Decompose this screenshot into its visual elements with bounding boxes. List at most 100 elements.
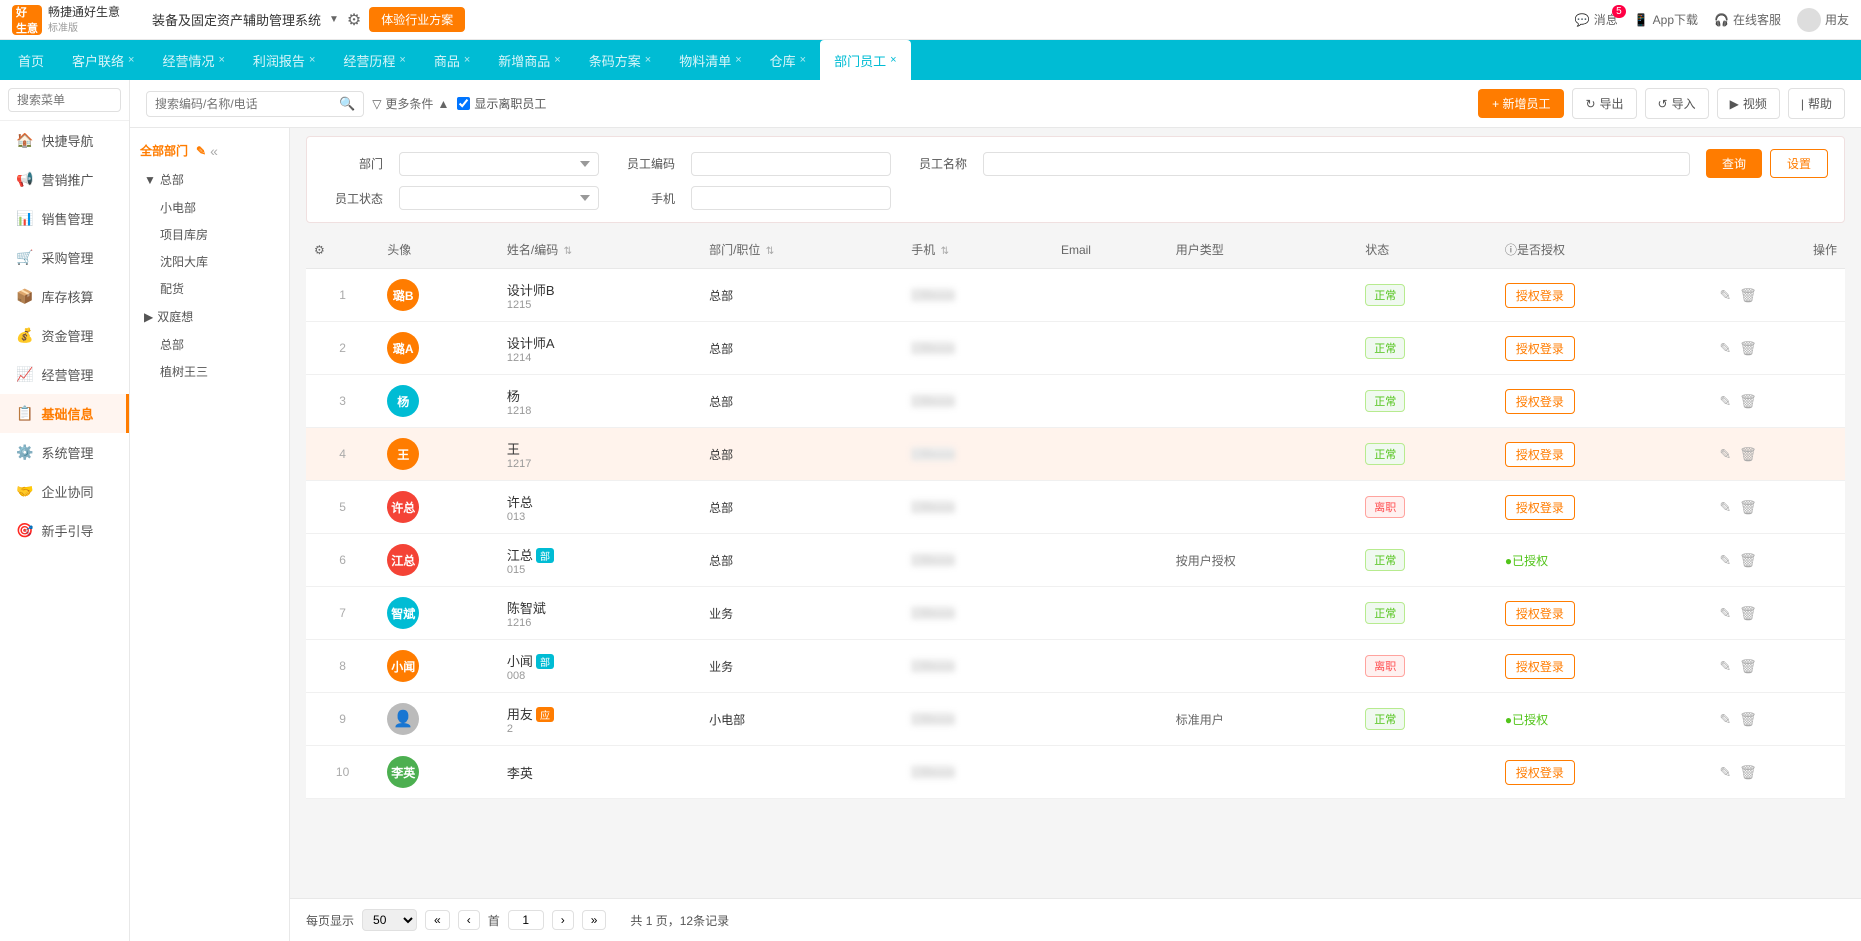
delete-icon[interactable]: 🗑 — [1739, 552, 1757, 569]
edit-icon[interactable]: ✎ — [1719, 658, 1731, 675]
tab-add-goods-close[interactable]: × — [554, 54, 560, 66]
tab-customer-close[interactable]: × — [128, 54, 134, 66]
sidebar-item-system[interactable]: ⚙️ 系统管理 — [0, 433, 129, 472]
delete-icon[interactable]: 🗑 — [1739, 764, 1757, 781]
tab-history[interactable]: 经营历程 × — [329, 40, 419, 80]
auth-button[interactable]: 授权登录 — [1505, 601, 1575, 626]
auth-button[interactable]: 授权登录 — [1505, 442, 1575, 467]
tab-profit[interactable]: 利润报告 × — [239, 40, 329, 80]
sidebar-item-guide[interactable]: 🎯 新手引导 — [0, 511, 129, 550]
emp-status-select[interactable] — [399, 186, 599, 210]
delete-icon[interactable]: 🗑 — [1739, 340, 1757, 357]
col-dept[interactable]: 部门/职位 ⇅ — [701, 231, 903, 269]
online-service-button[interactable]: 🎧 在线客服 — [1714, 11, 1781, 28]
import-button[interactable]: ↺ 导入 — [1645, 88, 1709, 119]
auth-button[interactable]: 授权登录 — [1505, 389, 1575, 414]
tab-bom-close[interactable]: × — [735, 54, 741, 66]
tab-operation[interactable]: 经营情况 × — [148, 40, 238, 80]
sidebar-item-basic[interactable]: 📋 基础信息 — [0, 394, 129, 433]
tab-goods[interactable]: 商品 × — [420, 40, 484, 80]
edit-icon[interactable]: ✎ — [1719, 552, 1731, 569]
col-name[interactable]: 姓名/编码 ⇅ — [499, 231, 701, 269]
dept-filter-select[interactable] — [399, 152, 599, 176]
message-button[interactable]: 💬 5 消息 — [1575, 11, 1618, 28]
edit-icon[interactable]: ✎ — [1719, 446, 1731, 463]
sidebar-item-marketing[interactable]: 📢 营销推广 — [0, 160, 129, 199]
edit-icon[interactable]: ✎ — [1719, 605, 1731, 622]
tab-profit-close[interactable]: × — [309, 54, 315, 66]
auth-button[interactable]: 授权登录 — [1505, 283, 1575, 308]
auth-button[interactable]: 授权登录 — [1505, 336, 1575, 361]
dept-tree-item-hq[interactable]: ▼ 总部 — [130, 165, 289, 194]
view-button[interactable]: ▶ 视频 — [1717, 88, 1780, 119]
sidebar-item-sales[interactable]: 📊 销售管理 — [0, 199, 129, 238]
tab-barcode-close[interactable]: × — [645, 54, 651, 66]
app-download-button[interactable]: 📱 App下载 — [1634, 11, 1698, 28]
tab-bom[interactable]: 物料清单 × — [665, 40, 755, 80]
dept-tree-item-distribution[interactable]: 配货 — [130, 275, 289, 302]
show-resigned-checkbox[interactable] — [457, 97, 470, 110]
dept-tree-item-elec[interactable]: 小电部 — [130, 194, 289, 221]
tab-employee[interactable]: 部门员工 × — [820, 40, 910, 80]
settings-icon[interactable]: ⚙ — [314, 243, 325, 257]
delete-icon[interactable]: 🗑 — [1739, 711, 1757, 728]
help-button[interactable]: | 帮助 — [1788, 88, 1845, 119]
tab-customer[interactable]: 客户联络 × — [58, 40, 148, 80]
show-resigned-label[interactable]: 显示离职员工 — [457, 95, 546, 112]
delete-icon[interactable]: 🗑 — [1739, 658, 1757, 675]
set-button[interactable]: 设置 — [1770, 149, 1828, 178]
prev-page-button[interactable]: ‹ — [458, 910, 480, 930]
edit-icon[interactable]: ✎ — [1719, 711, 1731, 728]
more-filter-button[interactable]: ▽ 更多条件 ▲ — [372, 95, 449, 112]
sidebar-item-purchase[interactable]: 🛒 采购管理 — [0, 238, 129, 277]
delete-icon[interactable]: 🗑 — [1739, 499, 1757, 516]
delete-icon[interactable]: 🗑 — [1739, 393, 1757, 410]
name-sort-icon[interactable]: ⇅ — [564, 246, 572, 257]
dept-edit-icon[interactable]: ✎ — [196, 144, 206, 158]
sidebar-item-business[interactable]: 📈 经营管理 — [0, 355, 129, 394]
edit-icon[interactable]: ✎ — [1719, 287, 1731, 304]
auth-button[interactable]: 授权登录 — [1505, 495, 1575, 520]
tab-employee-close[interactable]: × — [890, 54, 896, 66]
delete-icon[interactable]: 🗑 — [1739, 605, 1757, 622]
emp-name-input[interactable] — [983, 152, 1690, 176]
trial-button[interactable]: 体验行业方案 — [369, 7, 465, 32]
tab-barcode[interactable]: 条码方案 × — [575, 40, 665, 80]
next-page-button[interactable]: › — [552, 910, 574, 930]
delete-icon[interactable]: 🗑 — [1739, 446, 1757, 463]
search-button[interactable]: 查询 — [1706, 149, 1762, 178]
gear-button[interactable]: ⚙ — [347, 10, 361, 30]
delete-icon[interactable]: 🗑 — [1739, 287, 1757, 304]
sidebar-item-collab[interactable]: 🤝 企业协同 — [0, 472, 129, 511]
first-page-button[interactable]: « — [425, 910, 450, 930]
export-button[interactable]: ↻ 导出 — [1572, 88, 1636, 119]
user-menu[interactable]: 用友 — [1797, 8, 1849, 32]
dept-collapse-button[interactable]: « — [210, 143, 218, 159]
tab-home[interactable]: 首页 — [4, 40, 58, 80]
tab-warehouse[interactable]: 仓库 × — [756, 40, 820, 80]
col-settings[interactable]: ⚙ — [306, 231, 379, 269]
sys-dropdown[interactable]: ▼ — [329, 14, 339, 25]
dept-sort-icon[interactable]: ⇅ — [766, 246, 774, 257]
sidebar-item-inventory[interactable]: 📦 库存核算 — [0, 277, 129, 316]
edit-icon[interactable]: ✎ — [1719, 340, 1731, 357]
phone-input[interactable] — [691, 186, 891, 210]
edit-icon[interactable]: ✎ — [1719, 764, 1731, 781]
search-icon[interactable]: 🔍 — [339, 96, 355, 112]
page-size-select[interactable]: 50 20 100 — [362, 909, 417, 931]
tab-goods-close[interactable]: × — [464, 54, 470, 66]
search-input[interactable] — [155, 97, 335, 111]
auth-button[interactable]: 授权登录 — [1505, 654, 1575, 679]
dept-tree-item-project[interactable]: 项目库房 — [130, 221, 289, 248]
dept-tree-item-planting[interactable]: 植树王三 — [130, 358, 289, 385]
tab-operation-close[interactable]: × — [218, 54, 224, 66]
add-employee-button[interactable]: + 新增员工 — [1478, 89, 1564, 118]
tab-history-close[interactable]: × — [399, 54, 405, 66]
edit-icon[interactable]: ✎ — [1719, 393, 1731, 410]
sidebar-search-input[interactable] — [8, 88, 121, 112]
tab-add-goods[interactable]: 新增商品 × — [484, 40, 574, 80]
tab-warehouse-close[interactable]: × — [800, 54, 806, 66]
dept-all-label[interactable]: 全部部门 — [140, 142, 188, 159]
col-phone[interactable]: 手机 ⇅ — [903, 231, 1053, 269]
sidebar-item-navigation[interactable]: 🏠 快捷导航 — [0, 121, 129, 160]
